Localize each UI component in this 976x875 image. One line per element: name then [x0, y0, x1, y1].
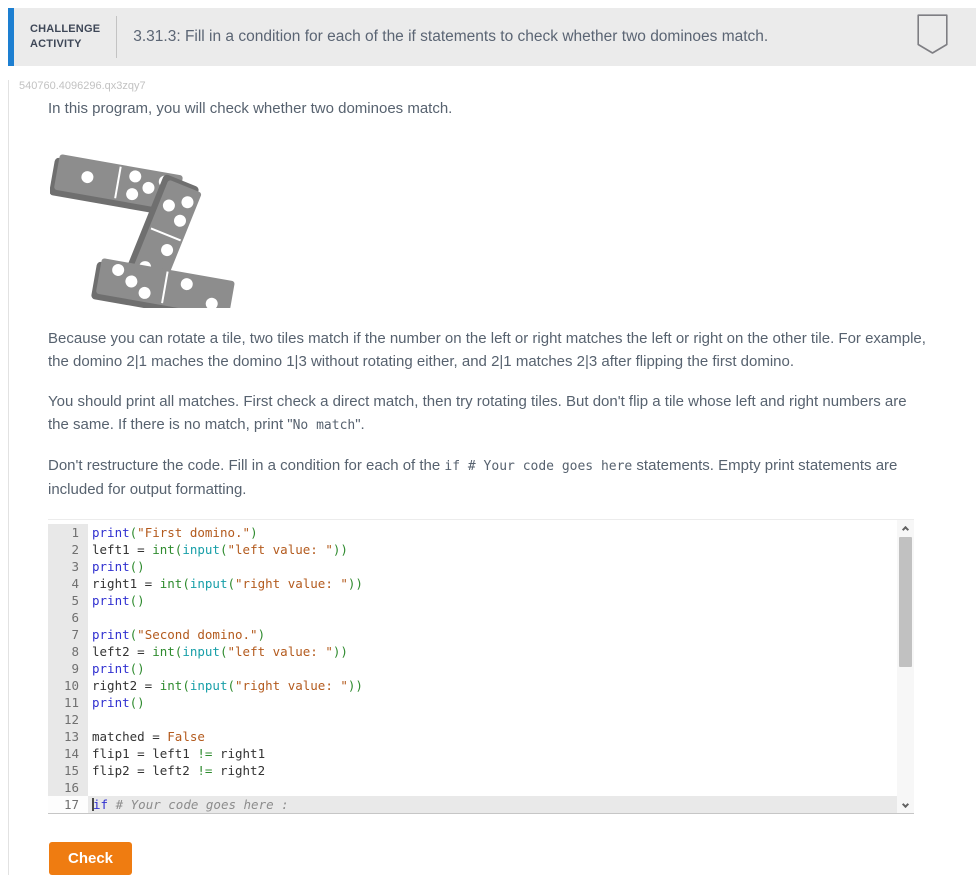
paragraph-rotation-rules: Because you can rotate a tile, two tiles…	[48, 330, 926, 370]
line-number: 14	[48, 745, 88, 762]
header-divider	[116, 16, 118, 58]
chevron-up-icon	[901, 525, 910, 533]
line-number: 13	[48, 728, 88, 745]
code-text: left2 = int(input("left value: "))	[92, 644, 348, 659]
line-number: 9	[48, 660, 88, 677]
code-line-7[interactable]: 7 print("Second domino.")	[48, 626, 897, 643]
scroll-down-button[interactable]	[897, 798, 914, 813]
badge-line-1: CHALLENGE	[30, 23, 101, 36]
code-line-1[interactable]: 1 print("First domino.")	[48, 524, 897, 541]
activity-content: 540760.4096296.qx3zqy7 In this program, …	[8, 80, 976, 875]
code-line-17[interactable]: 17 if # Your code goes here :	[48, 796, 897, 813]
code-text: print()	[92, 661, 145, 676]
code-line-6[interactable]: 6	[48, 609, 897, 626]
line-number: 11	[48, 694, 88, 711]
code-text: print()	[92, 695, 145, 710]
line-number: 12	[48, 711, 88, 728]
code-lines: 1 print("First domino.") 2 left1 = int(inpu…	[48, 520, 897, 813]
chevron-down-icon	[901, 800, 910, 808]
code-text: print()	[92, 593, 145, 608]
code-line-13[interactable]: 13 matched = False	[48, 728, 897, 745]
code-line-14[interactable]: 14 flip1 = left1 != right1	[48, 745, 897, 762]
challenge-activity-badge: CHALLENGE ACTIVITY	[30, 22, 100, 52]
line-number: 7	[48, 626, 88, 643]
code-line-5[interactable]: 5 print()	[48, 592, 897, 609]
inline-code: if # Your code goes here	[444, 459, 633, 474]
code-text: flip2 = left2 != right2	[92, 763, 266, 778]
intro-paragraph: In this program, you will check whether …	[48, 100, 453, 117]
line-number: 1	[48, 524, 88, 541]
line-number: 16	[48, 779, 88, 796]
code-line-16[interactable]: 16	[48, 779, 897, 796]
code-text: right2 = int(input("right value: "))	[92, 678, 363, 693]
activity-id: 540760.4096296.qx3zqy7	[19, 80, 146, 92]
editor-scrollbar[interactable]	[897, 520, 914, 813]
code-line-11[interactable]: 11 print()	[48, 694, 897, 711]
line-number: 17	[48, 796, 88, 813]
code-text: matched = False	[92, 729, 205, 744]
line-number: 15	[48, 762, 88, 779]
code-line-8[interactable]: 8 left2 = int(input("left value: "))	[48, 643, 897, 660]
challenge-activity-card: CHALLENGE ACTIVITY 3.31.3: Fill in a con…	[8, 8, 976, 875]
inline-code: No match	[292, 418, 356, 433]
code-text: left1 = int(input("left value: "))	[92, 542, 348, 557]
code-editor[interactable]: 1 print("First domino.") 2 left1 = int(inpu…	[48, 519, 914, 814]
code-text: if # Your code goes here :	[88, 796, 897, 813]
code-line-15[interactable]: 15 flip2 = left2 != right2	[48, 762, 897, 779]
scrollbar-thumb[interactable]	[899, 537, 912, 667]
code-text: print()	[92, 559, 145, 574]
activity-header: CHALLENGE ACTIVITY 3.31.3: Fill in a con…	[8, 8, 976, 66]
code-text: flip1 = left1 != right1	[92, 746, 266, 761]
code-line-12[interactable]: 12	[48, 711, 897, 728]
code-line-9[interactable]: 9 print()	[48, 660, 897, 677]
paragraph-print-matches: You should print all matches. First chec…	[48, 393, 907, 433]
line-number: 3	[48, 558, 88, 575]
badge-line-2: ACTIVITY	[30, 38, 82, 50]
code-line-3[interactable]: 3 print()	[48, 558, 897, 575]
code-text: print("Second domino.")	[92, 627, 266, 642]
completion-shield-icon	[917, 14, 948, 60]
line-number: 2	[48, 541, 88, 558]
domino-image	[49, 140, 931, 322]
line-number: 4	[48, 575, 88, 592]
code-text: print("First domino.")	[92, 525, 258, 540]
scrollbar-track[interactable]	[899, 535, 912, 798]
code-line-2[interactable]: 2 left1 = int(input("left value: "))	[48, 541, 897, 558]
check-button[interactable]: Check	[49, 842, 133, 875]
paragraph-dont-restructure: Don't restructure the code. Fill in a co…	[48, 457, 898, 498]
code-line-10[interactable]: 10 right2 = int(input("right value: "))	[48, 677, 897, 694]
scroll-up-button[interactable]	[897, 520, 914, 535]
code-line-4[interactable]: 4 right1 = int(input("right value: "))	[48, 575, 897, 592]
line-number: 10	[48, 677, 88, 694]
line-number: 8	[48, 643, 88, 660]
line-number: 5	[48, 592, 88, 609]
line-number: 6	[48, 609, 88, 626]
activity-title: 3.31.3: Fill in a condition for each of …	[133, 28, 769, 45]
code-text: right1 = int(input("right value: "))	[92, 576, 363, 591]
